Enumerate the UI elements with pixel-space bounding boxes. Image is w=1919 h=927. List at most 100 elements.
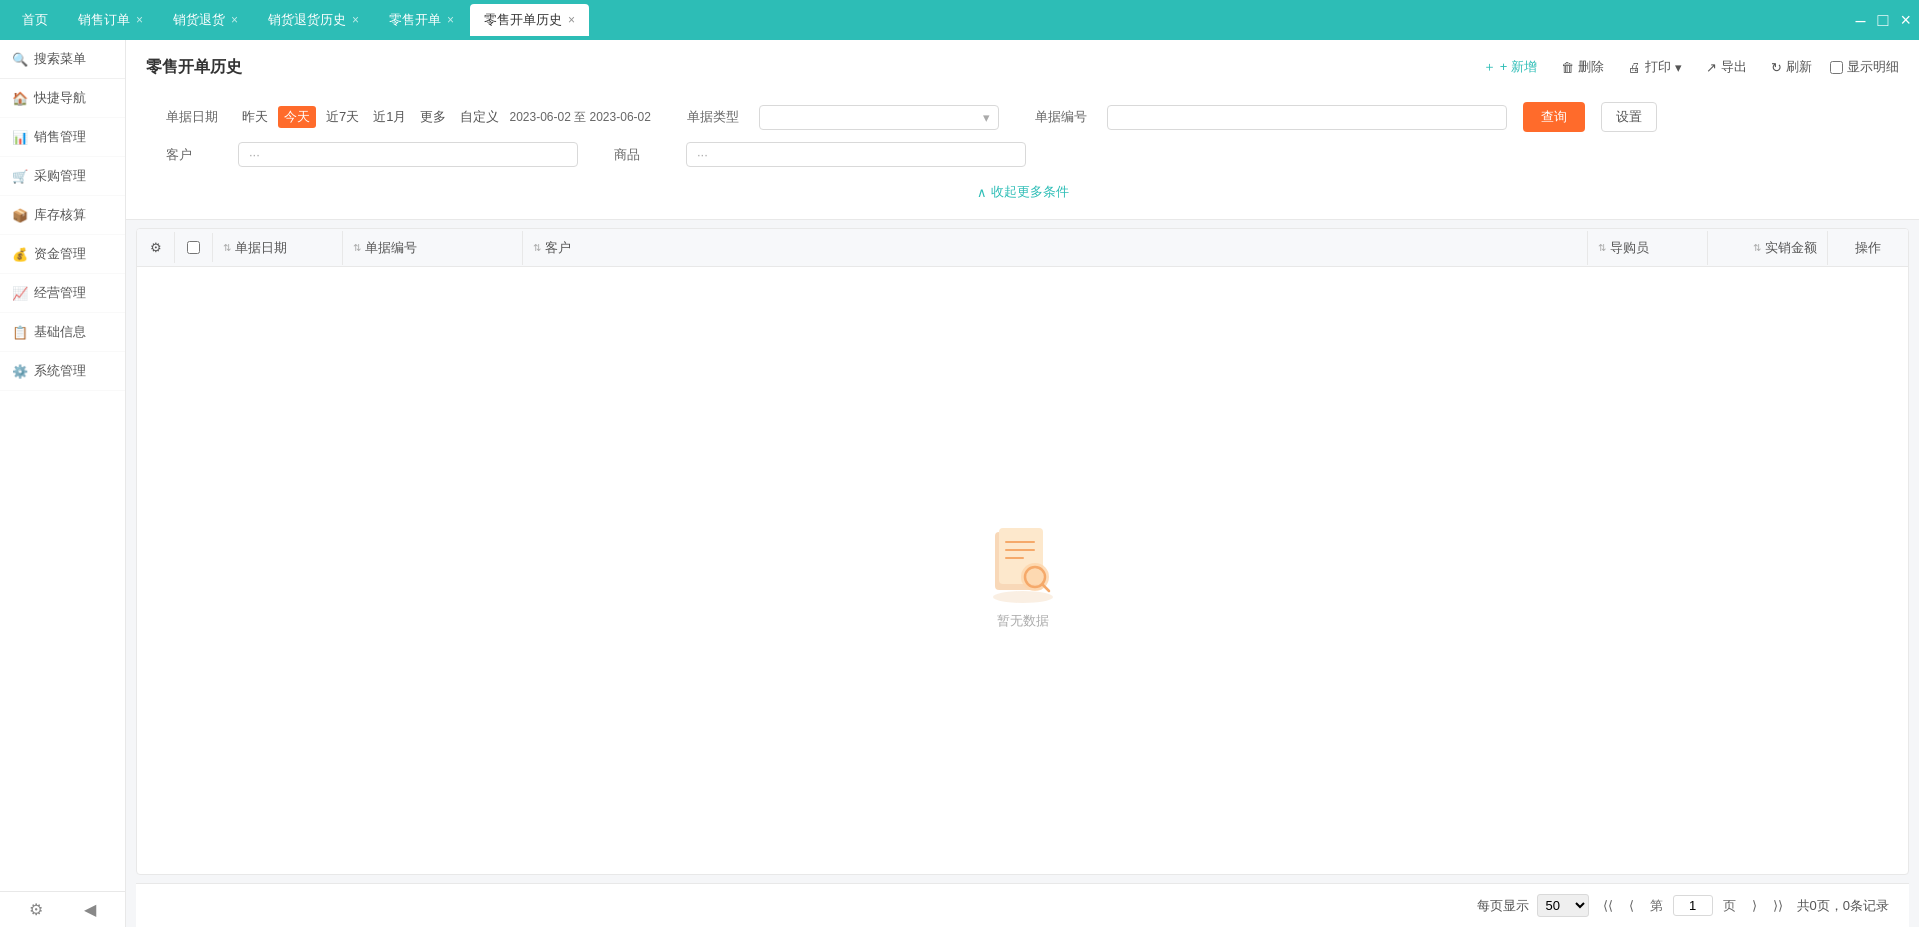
date-opt-custom[interactable]: 自定义 <box>456 106 503 128</box>
sales-icon: 📊 <box>12 130 28 145</box>
page-header: 零售开单历史 ＋ + 新增 🗑 删除 🖨 打印 ▾ <box>126 40 1919 220</box>
column-settings-icon[interactable]: ⚙ <box>150 240 162 255</box>
filter-row-date: 单据日期 昨天 今天 近7天 近1月 更多 自定义 2023-06-02 至 2… <box>166 102 1879 132</box>
tab-close-sales-return-history[interactable]: × <box>352 13 359 27</box>
th-action: 操作 <box>1828 231 1908 265</box>
sidebar-item-basic-info[interactable]: 📋 基础信息 <box>0 313 125 352</box>
delete-button[interactable]: 🗑 删除 <box>1555 54 1610 80</box>
th-checkbox[interactable] <box>175 233 213 262</box>
table-area: ⚙ ⇅ 单据日期 ⇅ 单据编号 ⇅ 客户 ⇅ <box>136 228 1909 875</box>
collapse-sidebar-icon[interactable]: ◀ <box>84 900 96 919</box>
current-page-input[interactable] <box>1673 895 1713 916</box>
date-opt-more[interactable]: 更多 <box>416 106 450 128</box>
collapse-label: 收起更多条件 <box>991 183 1069 201</box>
export-icon: ↗ <box>1706 60 1717 75</box>
svg-point-0 <box>993 591 1053 603</box>
sort-customer-icon: ⇅ <box>533 242 541 253</box>
home-icon: 🏠 <box>12 91 28 106</box>
goods-filter-label: 商品 <box>614 146 670 164</box>
date-opt-today[interactable]: 今天 <box>278 106 316 128</box>
show-detail-input[interactable] <box>1830 61 1843 74</box>
date-filter-label: 单据日期 <box>166 108 222 126</box>
basic-info-icon: 📋 <box>12 325 28 340</box>
settings-button[interactable]: 设置 <box>1601 102 1657 132</box>
th-date[interactable]: ⇅ 单据日期 <box>213 231 343 265</box>
empty-illustration <box>973 512 1073 612</box>
tab-close-retail-order-history[interactable]: × <box>568 13 575 27</box>
tab-sales-return[interactable]: 销货退货 × <box>159 4 252 36</box>
th-amount[interactable]: ⇅ 实销金额 <box>1708 231 1828 265</box>
select-all-checkbox[interactable] <box>187 241 200 254</box>
th-num[interactable]: ⇅ 单据编号 <box>343 231 523 265</box>
main-layout: 🔍 搜索菜单 🏠 快捷导航 📊 销售管理 🛒 采购管理 📦 库存核算 💰 资金管… <box>0 40 1919 927</box>
date-options: 昨天 今天 近7天 近1月 更多 自定义 2023-06-02 至 2023-0… <box>238 106 651 128</box>
page-size-select[interactable]: 50 10 20 100 <box>1537 894 1589 917</box>
type-filter-label: 单据类型 <box>687 108 743 126</box>
delete-icon: 🗑 <box>1561 60 1574 75</box>
print-button[interactable]: 🖨 打印 ▾ <box>1622 54 1688 80</box>
th-settings[interactable]: ⚙ <box>137 232 175 263</box>
refresh-icon: ↻ <box>1771 60 1782 75</box>
settings-bottom-icon[interactable]: ⚙ <box>29 900 43 919</box>
sort-num-icon: ⇅ <box>353 242 361 253</box>
query-button[interactable]: 查询 <box>1523 102 1585 132</box>
print-icon: 🖨 <box>1628 60 1641 75</box>
first-page-button[interactable]: ⟨⟨ <box>1597 896 1619 915</box>
sidebar-item-sales[interactable]: 📊 销售管理 <box>0 118 125 157</box>
th-customer[interactable]: ⇅ 客户 <box>523 231 1588 265</box>
th-guide[interactable]: ⇅ 导购员 <box>1588 231 1708 265</box>
sidebar-bottom: ⚙ ◀ <box>0 891 125 927</box>
pagination: 每页显示 50 10 20 100 ⟨⟨ ⟨ 第 页 ⟩ ⟩⟩ 共0页，0条记录 <box>136 883 1909 927</box>
window-controls: – □ × <box>1856 10 1911 31</box>
tab-home[interactable]: 首页 <box>8 4 62 36</box>
last-page-button[interactable]: ⟩⟩ <box>1767 896 1789 915</box>
goods-filter-input[interactable]: ··· <box>686 142 1026 167</box>
minimize-icon[interactable]: – <box>1856 10 1866 31</box>
export-button[interactable]: ↗ 导出 <box>1700 54 1753 80</box>
sidebar-item-purchase[interactable]: 🛒 采购管理 <box>0 157 125 196</box>
empty-text: 暂无数据 <box>997 612 1049 630</box>
maximize-icon[interactable]: □ <box>1878 10 1889 31</box>
date-opt-yesterday[interactable]: 昨天 <box>238 106 272 128</box>
system-icon: ⚙️ <box>12 364 28 379</box>
type-select-chevron-icon: ▾ <box>983 110 990 125</box>
new-button[interactable]: ＋ + 新增 <box>1477 54 1543 80</box>
total-info: 共0页，0条记录 <box>1797 897 1889 915</box>
page-title-row: 零售开单历史 ＋ + 新增 🗑 删除 🖨 打印 ▾ <box>146 54 1899 80</box>
tab-bar: 首页 销售订单 × 销货退货 × 销货退货历史 × 零售开单 × 零售开单历史 … <box>0 0 1919 40</box>
show-detail-checkbox[interactable]: 显示明细 <box>1830 58 1899 76</box>
page-label: 第 <box>1644 895 1669 917</box>
customer-filter-input[interactable]: ··· <box>238 142 578 167</box>
type-filter-select[interactable]: ▾ <box>759 105 999 130</box>
close-window-icon[interactable]: × <box>1900 10 1911 31</box>
purchase-icon: 🛒 <box>12 169 28 184</box>
sidebar-item-finance[interactable]: 💰 资金管理 <box>0 235 125 274</box>
sidebar-item-inventory[interactable]: 📦 库存核算 <box>0 196 125 235</box>
sidebar-item-system[interactable]: ⚙️ 系统管理 <box>0 352 125 391</box>
tab-sales-order[interactable]: 销售订单 × <box>64 4 157 36</box>
prev-page-button[interactable]: ⟨ <box>1623 896 1640 915</box>
num-filter-input[interactable] <box>1107 105 1507 130</box>
tab-close-retail-order[interactable]: × <box>447 13 454 27</box>
tab-close-sales-return[interactable]: × <box>231 13 238 27</box>
refresh-button[interactable]: ↻ 刷新 <box>1765 54 1818 80</box>
date-range-display: 2023-06-02 至 2023-06-02 <box>509 109 650 126</box>
date-opt-7days[interactable]: 近7天 <box>322 106 363 128</box>
page-nav: ⟨⟨ ⟨ 第 页 ⟩ ⟩⟩ <box>1597 895 1789 917</box>
tab-sales-return-history[interactable]: 销货退货历史 × <box>254 4 373 36</box>
sidebar-item-operations[interactable]: 📈 经营管理 <box>0 274 125 313</box>
date-opt-1month[interactable]: 近1月 <box>369 106 410 128</box>
collapse-filter-row[interactable]: ∧ 收起更多条件 <box>166 177 1879 207</box>
sort-guide-icon: ⇅ <box>1598 242 1606 253</box>
search-icon: 🔍 <box>12 52 28 67</box>
sidebar-item-quick-nav[interactable]: 🏠 快捷导航 <box>0 79 125 118</box>
num-filter-label: 单据编号 <box>1035 108 1091 126</box>
page-label-end: 页 <box>1717 895 1742 917</box>
new-icon: ＋ <box>1483 58 1496 76</box>
sidebar-search[interactable]: 🔍 搜索菜单 <box>0 40 125 79</box>
inventory-icon: 📦 <box>12 208 28 223</box>
tab-retail-order[interactable]: 零售开单 × <box>375 4 468 36</box>
next-page-button[interactable]: ⟩ <box>1746 896 1763 915</box>
tab-close-sales-order[interactable]: × <box>136 13 143 27</box>
tab-retail-order-history[interactable]: 零售开单历史 × <box>470 4 589 36</box>
